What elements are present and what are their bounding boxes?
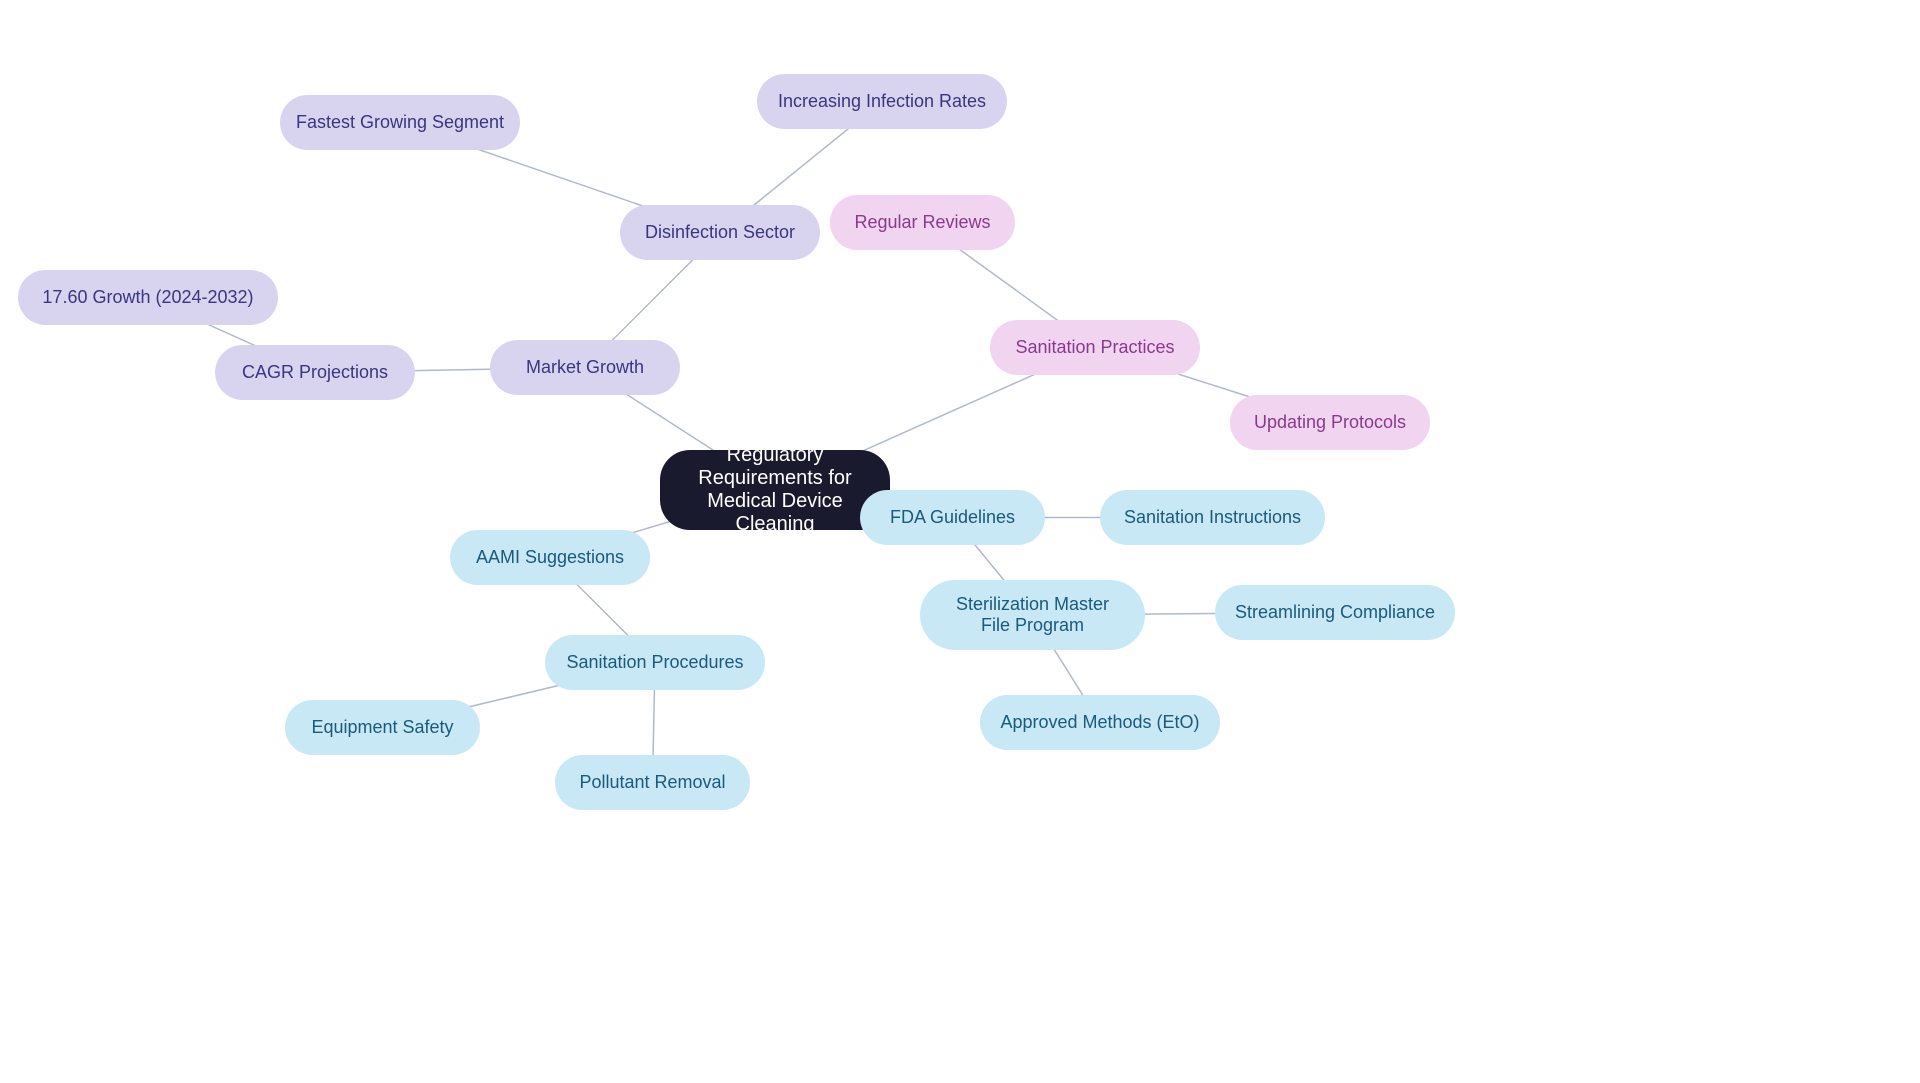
node-regular-reviews[interactable]: Regular Reviews — [830, 195, 1015, 250]
node-17-60-growth[interactable]: 17.60 Growth (2024-2032) — [18, 270, 278, 325]
mind-map-container: Regulatory Requirements for Medical Devi… — [0, 0, 1920, 1083]
node-increasing-infection-rates[interactable]: Increasing Infection Rates — [757, 74, 1007, 129]
center-node[interactable]: Regulatory Requirements for Medical Devi… — [660, 450, 890, 530]
node-cagr-projections[interactable]: CAGR Projections — [215, 345, 415, 400]
node-disinfection-sector[interactable]: Disinfection Sector — [620, 205, 820, 260]
node-sterilization-master-file[interactable]: Sterilization Master File Program — [920, 580, 1145, 650]
node-streamlining-compliance[interactable]: Streamlining Compliance — [1215, 585, 1455, 640]
node-aami-suggestions[interactable]: AAMI Suggestions — [450, 530, 650, 585]
node-market-growth[interactable]: Market Growth — [490, 340, 680, 395]
node-equipment-safety[interactable]: Equipment Safety — [285, 700, 480, 755]
node-approved-methods[interactable]: Approved Methods (EtO) — [980, 695, 1220, 750]
node-sanitation-instructions[interactable]: Sanitation Instructions — [1100, 490, 1325, 545]
node-pollutant-removal[interactable]: Pollutant Removal — [555, 755, 750, 810]
node-fda-guidelines[interactable]: FDA Guidelines — [860, 490, 1045, 545]
node-updating-protocols[interactable]: Updating Protocols — [1230, 395, 1430, 450]
node-sanitation-practices[interactable]: Sanitation Practices — [990, 320, 1200, 375]
node-fastest-growing-segment[interactable]: Fastest Growing Segment — [280, 95, 520, 150]
node-sanitation-procedures[interactable]: Sanitation Procedures — [545, 635, 765, 690]
